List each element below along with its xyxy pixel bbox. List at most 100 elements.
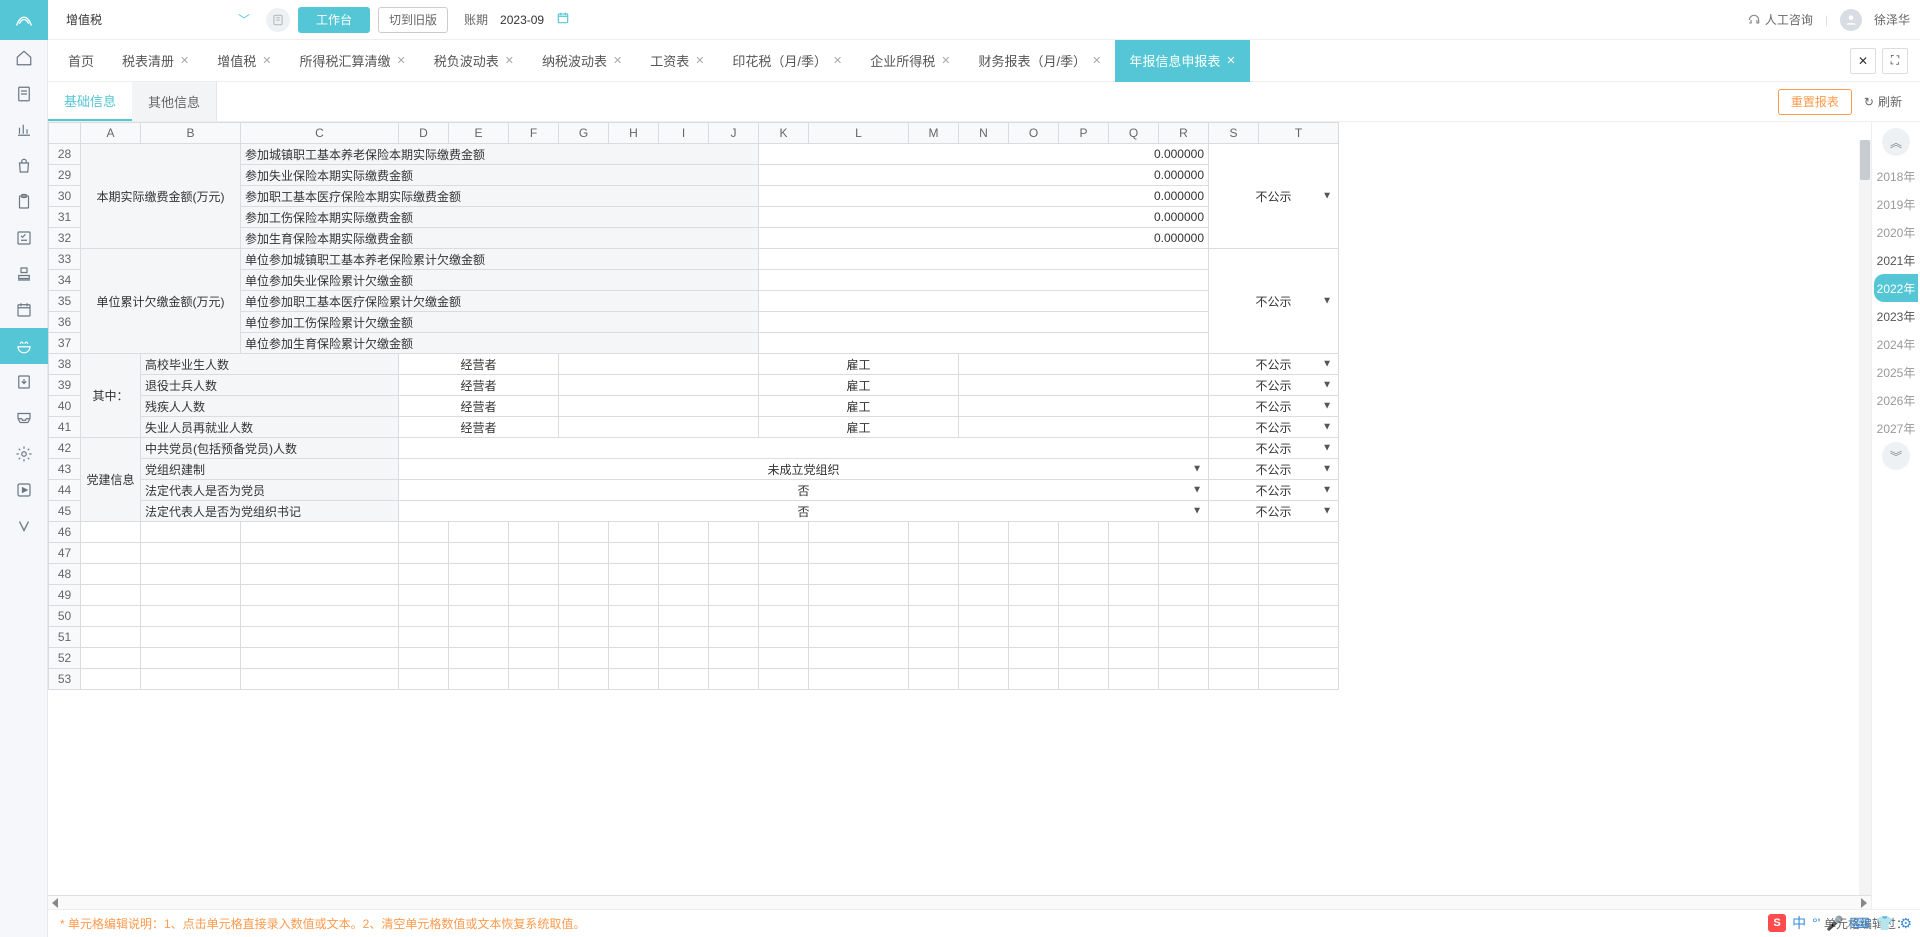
doc-icon[interactable] [0, 76, 48, 112]
column-header[interactable]: Q [1109, 123, 1159, 144]
horizontal-scrollbar[interactable] [48, 895, 1871, 909]
column-header[interactable]: R [1159, 123, 1209, 144]
user-avatar[interactable] [1840, 9, 1862, 31]
column-header[interactable]: K [759, 123, 809, 144]
column-header[interactable]: T [1259, 123, 1339, 144]
tab[interactable]: 印花税（月/季）✕ [718, 40, 856, 82]
close-icon[interactable]: ✕ [1226, 54, 1235, 67]
column-header[interactable]: E [449, 123, 509, 144]
tab[interactable]: 首页 [54, 40, 108, 82]
module-dropdown[interactable]: 增值税 ﹀ [58, 6, 258, 34]
year-option[interactable]: 2023年 [1874, 302, 1918, 330]
tab[interactable]: 税表清册✕ [108, 40, 203, 82]
ime-punct-icon[interactable]: °' [1812, 915, 1820, 931]
select-cell[interactable]: 不公示▼ [1209, 501, 1339, 522]
tab[interactable]: 增值税✕ [203, 40, 285, 82]
chart-icon[interactable] [0, 112, 48, 148]
column-header[interactable]: G [559, 123, 609, 144]
column-header[interactable]: O [1009, 123, 1059, 144]
tab[interactable]: 财务报表（月/季）✕ [965, 40, 1116, 82]
reset-table-button[interactable]: 重置报表 [1778, 89, 1852, 115]
spreadsheet-grid[interactable]: ABCDEFGHIJKLMNOPQRST 28本期实际缴费金额(万元)参加城镇职… [48, 122, 1871, 895]
close-tab-button[interactable]: ✕ [1850, 48, 1876, 74]
column-header[interactable]: J [709, 123, 759, 144]
switch-old-button[interactable]: 切到旧版 [378, 7, 448, 33]
select-cell[interactable]: 否▼ [399, 501, 1209, 522]
column-header[interactable]: A [81, 123, 141, 144]
select-cell[interactable]: 不公示▼ [1209, 438, 1339, 459]
column-header[interactable]: D [399, 123, 449, 144]
bag-icon[interactable] [0, 148, 48, 184]
column-header[interactable]: F [509, 123, 559, 144]
year-option[interactable]: 2020年 [1874, 218, 1918, 246]
select-cell[interactable]: 不公示▼ [1209, 480, 1339, 501]
close-icon[interactable]: ✕ [505, 54, 514, 67]
select-cell[interactable]: 否▼ [399, 480, 1209, 501]
ime-lang-icon[interactable]: 中 [1792, 913, 1806, 933]
column-header[interactable]: B [141, 123, 241, 144]
v-icon[interactable] [0, 508, 48, 544]
tab[interactable]: 纳税波动表✕ [528, 40, 636, 82]
select-cell[interactable]: 不公示▼ [1209, 249, 1339, 354]
calendar-icon[interactable] [0, 292, 48, 328]
year-down-button[interactable]: ︾ [1882, 442, 1910, 470]
gear-icon[interactable] [0, 436, 48, 472]
year-option[interactable]: 2021年 [1874, 246, 1918, 274]
select-cell[interactable]: 不公示▼ [1209, 417, 1339, 438]
year-option[interactable]: 2024年 [1874, 330, 1918, 358]
select-cell[interactable]: 不公示▼ [1209, 459, 1339, 480]
tab[interactable]: 税负波动表✕ [420, 40, 528, 82]
close-icon[interactable]: ✕ [180, 54, 189, 67]
play-icon[interactable] [0, 472, 48, 508]
export-icon[interactable] [0, 364, 48, 400]
column-header[interactable]: N [959, 123, 1009, 144]
workspace-button[interactable]: 工作台 [298, 7, 370, 33]
ime-keyboard-icon[interactable]: ⌨ [1850, 915, 1870, 932]
close-icon[interactable]: ✕ [941, 54, 950, 67]
select-cell[interactable]: 不公示▼ [1209, 396, 1339, 417]
column-header[interactable]: I [659, 123, 709, 144]
vertical-scrollbar[interactable] [1859, 140, 1871, 895]
close-icon[interactable]: ✕ [613, 54, 622, 67]
inbox-icon[interactable] [0, 400, 48, 436]
subtab-other[interactable]: 其他信息 [132, 82, 217, 121]
year-option[interactable]: 2026年 [1874, 386, 1918, 414]
select-cell[interactable]: 不公示▼ [1209, 354, 1339, 375]
year-option[interactable]: 2027年 [1874, 414, 1918, 442]
ime-skin-icon[interactable]: 👕 [1876, 915, 1893, 932]
subtab-basic[interactable]: 基础信息 [48, 82, 132, 121]
refresh-link[interactable]: ↻ 刷新 [1864, 93, 1902, 110]
calendar-picker-icon[interactable] [556, 11, 570, 28]
tab[interactable]: 所得税汇算清缴✕ [285, 40, 419, 82]
column-header[interactable]: C [241, 123, 399, 144]
select-cell[interactable]: 不公示▼ [1209, 375, 1339, 396]
close-icon[interactable]: ✕ [397, 54, 406, 67]
year-option[interactable]: 2022年 [1874, 274, 1918, 302]
close-icon[interactable]: ✕ [1092, 54, 1101, 67]
ime-mic-icon[interactable]: 🎤 [1826, 915, 1843, 932]
ime-logo-icon[interactable]: S [1768, 914, 1786, 932]
year-option[interactable]: 2025年 [1874, 358, 1918, 386]
history-icon[interactable] [266, 8, 290, 32]
clipboard-icon[interactable] [0, 184, 48, 220]
home-icon[interactable] [0, 40, 48, 76]
tab[interactable]: 年报信息申报表✕ [1115, 40, 1249, 82]
year-option[interactable]: 2019年 [1874, 190, 1918, 218]
column-header[interactable]: M [909, 123, 959, 144]
column-header[interactable]: P [1059, 123, 1109, 144]
checklist-icon[interactable] [0, 220, 48, 256]
select-cell[interactable]: 不公示▼ [1209, 144, 1339, 249]
rice-bowl-icon[interactable] [0, 328, 48, 364]
close-icon[interactable]: ✕ [833, 54, 842, 67]
tab[interactable]: 工资表✕ [636, 40, 718, 82]
stamp-icon[interactable] [0, 256, 48, 292]
select-cell[interactable]: 未成立党组织▼ [399, 459, 1209, 480]
help-link[interactable]: 人工咨询 [1747, 11, 1813, 28]
column-header[interactable]: L [809, 123, 909, 144]
close-icon[interactable]: ✕ [262, 54, 271, 67]
year-up-button[interactable]: ︽ [1882, 128, 1910, 156]
ime-toolbox-icon[interactable]: ⚙ [1899, 915, 1912, 932]
column-header[interactable]: H [609, 123, 659, 144]
year-option[interactable]: 2018年 [1874, 162, 1918, 190]
tab[interactable]: 企业所得税✕ [856, 40, 964, 82]
